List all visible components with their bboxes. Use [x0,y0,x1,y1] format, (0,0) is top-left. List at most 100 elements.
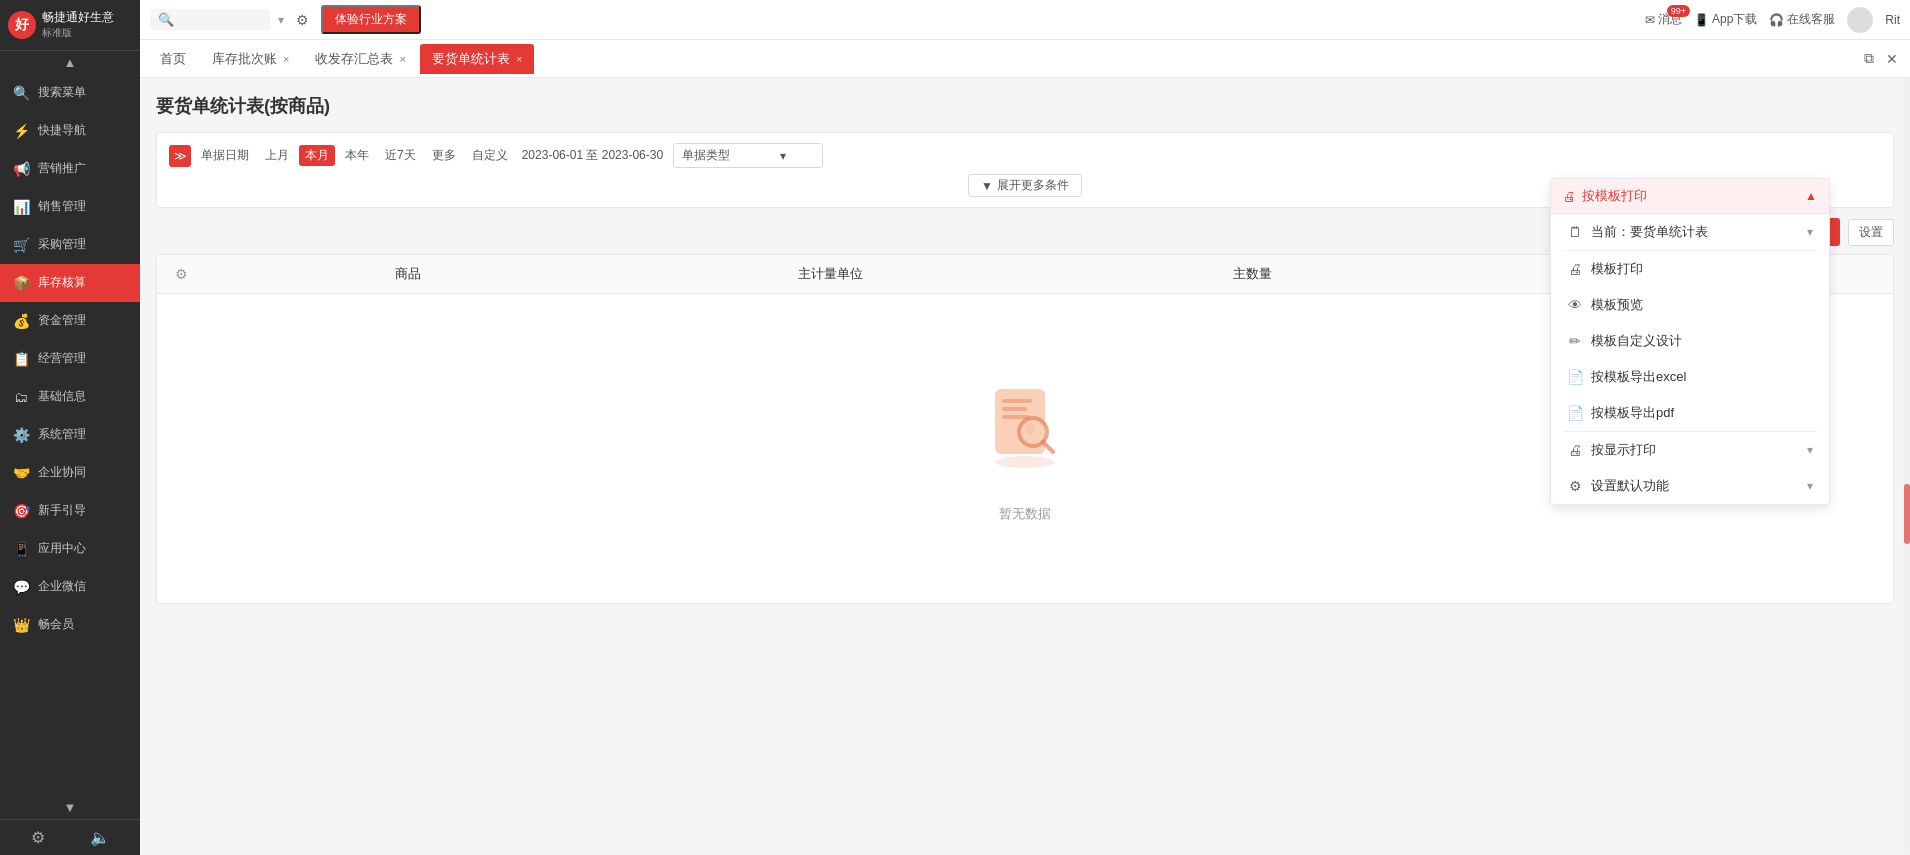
dropdown-export-excel[interactable]: 📄 按模板导出excel [1551,359,1829,395]
sidebar-item-search[interactable]: 🔍 搜索菜单 [0,74,140,112]
sidebar-item-label: 新手引导 [38,502,86,519]
member-icon: 👑 [12,616,30,634]
message-action[interactable]: ✉ 消息 99+ [1645,11,1682,28]
table-settings-col: ⚙ [165,256,197,292]
topbar-search-icon: 🔍 [158,12,174,27]
message-badge: 99+ [1667,5,1690,17]
footer-sound-icon[interactable]: 🔈 [90,828,110,847]
app-center-icon: 📱 [12,540,30,558]
settings-button[interactable]: 设置 [1848,219,1894,246]
dropdown-export-pdf[interactable]: 📄 按模板导出pdf [1551,395,1829,431]
dropdown-display-print[interactable]: 🖨 按显示打印 ▾ [1551,432,1829,468]
scrollbar[interactable] [1904,78,1910,855]
sidebar-item-quick-nav[interactable]: ⚡ 快捷导航 [0,112,140,150]
sidebar-item-marketing[interactable]: 📢 营销推广 [0,150,140,188]
app-name: 畅捷通好生意 [42,10,114,26]
date-7days[interactable]: 近7天 [379,145,422,166]
tab-receipt-summary-close[interactable]: × [399,53,405,65]
type-filter-select[interactable]: 单据类型 ▾ [673,143,823,168]
topbar-chevron-icon[interactable]: ▾ [278,13,284,27]
topbar-gear-icon[interactable]: ⚙ [296,12,309,28]
dropdown-default-func[interactable]: ⚙ 设置默认功能 ▾ [1551,468,1829,504]
topbar-search-input[interactable] [178,13,258,27]
tab-close-all-icon[interactable]: ✕ [1882,49,1902,69]
table-settings-icon[interactable]: ⚙ [175,266,188,282]
export-excel-label: 按模板导出excel [1591,368,1686,386]
sidebar-item-label: 基础信息 [38,388,86,405]
tab-receipt-summary[interactable]: 收发存汇总表 × [303,44,417,74]
trial-button[interactable]: 体验行业方案 [321,5,421,34]
dropdown-template-preview[interactable]: 👁 模板预览 [1551,287,1829,323]
sidebar-item-newbie[interactable]: 🎯 新手引导 [0,492,140,530]
sidebar-scroll-up[interactable]: ▲ [0,51,140,74]
display-print-arrow: ▾ [1807,443,1813,457]
sidebar-item-member[interactable]: 👑 畅会员 [0,606,140,644]
sidebar-item-cooperation[interactable]: 🤝 企业协同 [0,454,140,492]
filter-expand-button[interactable]: ≫ [169,145,191,167]
user-avatar[interactable] [1847,7,1873,33]
sidebar-item-finance[interactable]: 💰 资金管理 [0,302,140,340]
date-last-month[interactable]: 上月 [259,145,295,166]
empty-illustration [975,374,1075,493]
sidebar-item-inventory[interactable]: 📦 库存核算 [0,264,140,302]
empty-text: 暂无数据 [999,505,1051,523]
template-preview-label: 模板预览 [1591,296,1643,314]
tab-home[interactable]: 首页 [148,44,198,74]
svg-point-0 [995,456,1055,468]
template-preview-icon: 👁 [1567,297,1583,313]
filter-row-main: ≫ 单据日期 上月 本月 本年 近7天 更多 自定义 2023-06-01 至 … [169,143,1881,168]
type-filter-label: 单据类型 [682,147,730,164]
tab-home-label: 首页 [160,50,186,68]
topbar-actions: ✉ 消息 99+ 📱 App下载 🎧 在线客服 Rit [1645,7,1900,33]
date-custom[interactable]: 自定义 [466,145,514,166]
dropdown-current-template[interactable]: 🗒 当前：要货单统计表 ▾ [1551,214,1829,250]
tab-order-stats[interactable]: 要货单统计表 × [420,44,534,74]
default-func-label: 设置默认功能 [1591,477,1669,495]
dropdown-collapse-icon[interactable]: ▲ [1805,189,1817,203]
svg-rect-3 [1002,407,1027,411]
col-unit: 主计量单位 [619,255,1041,293]
expand-more-button[interactable]: ▼ 展开更多条件 [968,174,1082,197]
topbar-search-box[interactable]: 🔍 [150,9,270,30]
dropdown-title-label: 按模板打印 [1582,187,1647,205]
tab-order-stats-close[interactable]: × [516,53,522,65]
sidebar-item-label: 经营管理 [38,350,86,367]
tab-minimize-icon[interactable]: ⧉ [1860,48,1878,69]
sidebar-item-app-center[interactable]: 📱 应用中心 [0,530,140,568]
tab-inventory-batch-close[interactable]: × [283,53,289,65]
date-this-month[interactable]: 本月 [299,145,335,166]
date-range-display: 2023-06-01 至 2023-06-30 [522,147,663,164]
tab-receipt-summary-label: 收发存汇总表 [315,50,393,68]
phone-icon: 📱 [1694,13,1709,27]
sidebar-item-label: 采购管理 [38,236,86,253]
cooperation-icon: 🤝 [12,464,30,482]
sidebar-scroll-down[interactable]: ▼ [0,796,140,819]
svg-rect-2 [1002,399,1032,403]
sidebar-item-label: 系统管理 [38,426,86,443]
sales-icon: 📊 [12,198,30,216]
template-print-dropdown: 🖨 按模板打印 ▲ 🗒 当前：要货单统计表 ▾ 🖨 模板打印 👁 模板预览 ✏ [1550,178,1830,505]
sidebar-item-operation[interactable]: 📋 经营管理 [0,340,140,378]
date-more[interactable]: 更多 [426,145,462,166]
sidebar-item-sales[interactable]: 📊 销售管理 [0,188,140,226]
dropdown-template-print[interactable]: 🖨 模板打印 [1551,251,1829,287]
display-print-icon: 🖨 [1567,442,1583,458]
sidebar-item-basic[interactable]: 🗂 基础信息 [0,378,140,416]
sidebar-item-system[interactable]: ⚙️ 系统管理 [0,416,140,454]
page-content: 要货单统计表(按商品) ≫ 单据日期 上月 本月 本年 近7天 更多 自定义 2… [140,78,1910,855]
app-download-action[interactable]: 📱 App下载 [1694,11,1757,28]
footer-settings-icon[interactable]: ⚙ [31,828,45,847]
username-label: Rit [1885,13,1900,27]
tab-inventory-batch[interactable]: 库存批次账 × [200,44,301,74]
default-func-icon: ⚙ [1567,478,1583,494]
current-template-icon: 🗒 [1567,224,1583,240]
sidebar-item-purchase[interactable]: 🛒 采购管理 [0,226,140,264]
date-options: 上月 本月 本年 近7天 更多 自定义 2023-06-01 至 2023-06… [259,145,663,166]
dropdown-template-custom[interactable]: ✏ 模板自定义设计 [1551,323,1829,359]
main-content: 🔍 ▾ ⚙ 体验行业方案 ✉ 消息 99+ 📱 App下载 🎧 在线客服 Rit [140,0,1910,855]
online-service-action[interactable]: 🎧 在线客服 [1769,11,1835,28]
date-this-year[interactable]: 本年 [339,145,375,166]
date-filter-label: 单据日期 [201,147,249,164]
finance-icon: 💰 [12,312,30,330]
sidebar-item-wechat[interactable]: 💬 企业微信 [0,568,140,606]
